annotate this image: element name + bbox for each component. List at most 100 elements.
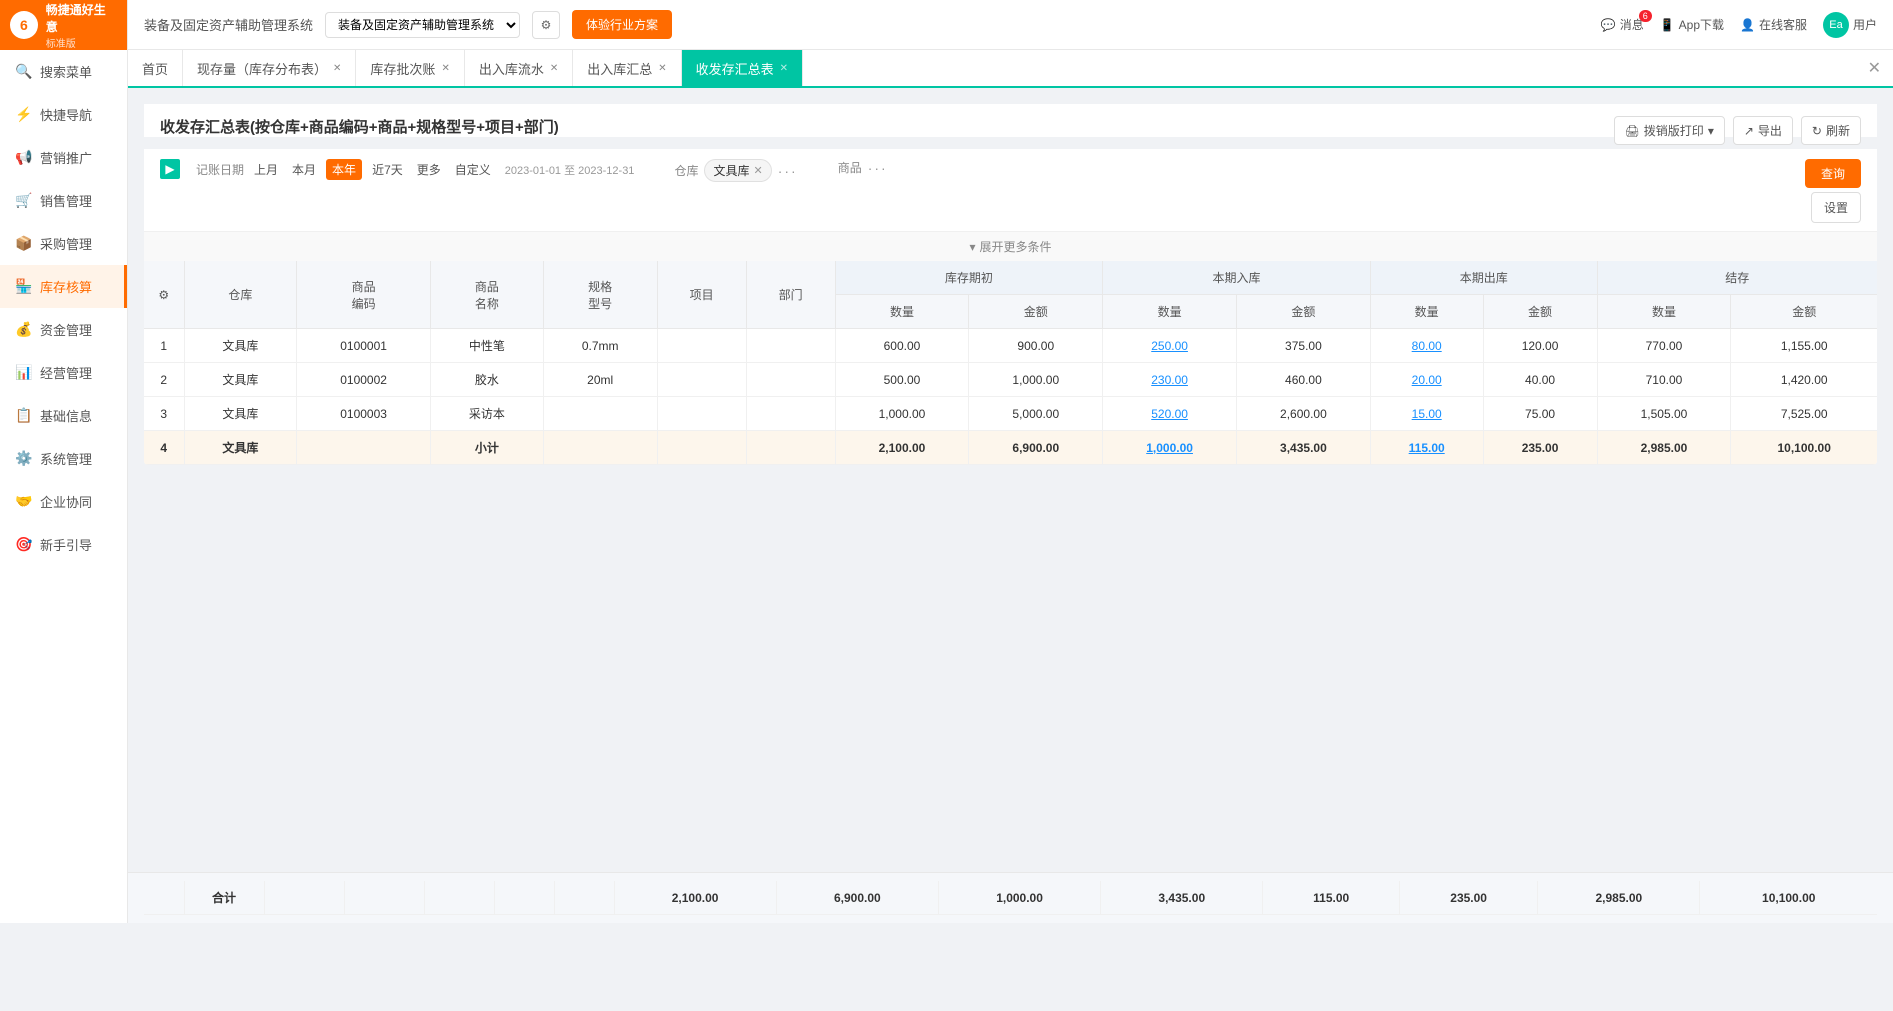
th-open-amt: 金额	[969, 295, 1103, 329]
trial-button[interactable]: 体验行业方案	[572, 10, 672, 39]
sidebar-item-basic-info[interactable]: 📋 基础信息	[0, 394, 127, 437]
cell-out-qty[interactable]: 15.00	[1370, 397, 1483, 431]
cell-open-amt: 6,900.00	[969, 431, 1103, 465]
tab-close-stock-dist[interactable]: ✕	[333, 63, 341, 74]
tab-inout-flow[interactable]: 出入库流水 ✕	[465, 50, 573, 87]
tab-home[interactable]: 首页	[128, 50, 183, 87]
topnav-left: 装备及固定资产辅助管理系统 装备及固定资产辅助管理系统 ⚙ 体验行业方案	[144, 10, 672, 39]
system-select[interactable]: 装备及固定资产辅助管理系统	[325, 12, 520, 38]
warehouse-tag[interactable]: 文具库 ✕	[704, 159, 771, 182]
tab-close-batch[interactable]: ✕	[441, 63, 449, 74]
message-item[interactable]: 💬 消息 6	[1601, 16, 1644, 33]
cell-index: 3	[144, 397, 184, 431]
in-qty-link[interactable]: 230.00	[1151, 373, 1188, 387]
warehouse-tag-close[interactable]: ✕	[753, 164, 762, 177]
th-settings[interactable]: ⚙	[144, 261, 184, 329]
cell-goods-code: 0100003	[297, 397, 431, 431]
expand-more-btn[interactable]: ▾ 展开更多条件	[144, 231, 1877, 261]
out-qty-link[interactable]: 20.00	[1412, 373, 1442, 387]
data-table-container: ⚙ 仓库 商品编码 商品名称 规格型号 项目 部门 库存期初 本期入库 本期出库…	[144, 261, 1877, 465]
total-in-qty: 1,000.00	[938, 881, 1100, 915]
date-more[interactable]: 更多	[413, 159, 445, 180]
warehouse-filter-group: 仓库 文具库 ✕ ···	[674, 159, 797, 182]
th-goods-spec: 规格型号	[543, 261, 657, 329]
tab-inout-summary[interactable]: 出入库汇总 ✕	[573, 50, 681, 87]
logo-text-block: 畅捷通好生意 标准版	[46, 1, 117, 50]
sidebar-item-sales[interactable]: 🛒 销售管理	[0, 179, 127, 222]
sidebar-item-finance[interactable]: 💰 资金管理	[0, 308, 127, 351]
tabbar-close-all[interactable]: ✕	[1856, 50, 1893, 87]
th-out: 本期出库	[1370, 261, 1597, 295]
in-qty-link[interactable]: 1,000.00	[1146, 441, 1193, 455]
app-download-item[interactable]: 📱 App下载	[1660, 16, 1724, 33]
cell-in-qty[interactable]: 230.00	[1103, 363, 1237, 397]
out-qty-link[interactable]: 15.00	[1412, 407, 1442, 421]
date-filter-group: 记账日期 上月 本月 本年 近7天 更多 自定义 2023-01-01 至 20…	[196, 159, 634, 180]
cell-in-amt: 460.00	[1237, 363, 1371, 397]
chevron-down-icon: ▾	[1708, 124, 1714, 138]
sidebar-item-guide[interactable]: 🎯 新手引导	[0, 523, 127, 566]
cell-in-qty[interactable]: 250.00	[1103, 329, 1237, 363]
in-qty-link[interactable]: 250.00	[1151, 339, 1188, 353]
tab-close-inout-summary[interactable]: ✕	[658, 63, 666, 74]
setting-button[interactable]: 设置	[1811, 192, 1861, 223]
total-close-amt: 10,100.00	[1700, 881, 1877, 915]
cell-close-amt: 1,420.00	[1731, 363, 1877, 397]
th-warehouse: 仓库	[184, 261, 297, 329]
cell-out-qty[interactable]: 20.00	[1370, 363, 1483, 397]
tab-stock-dist[interactable]: 现存量（库存分布表） ✕	[183, 50, 356, 87]
refresh-icon: ↻	[1812, 124, 1822, 138]
out-qty-link[interactable]: 115.00	[1409, 441, 1445, 455]
date-7days[interactable]: 近7天	[368, 159, 407, 180]
cell-open-qty: 2,100.00	[835, 431, 969, 465]
cell-index: 4	[144, 431, 184, 465]
date-this-year[interactable]: 本年	[326, 159, 362, 180]
cell-goods-code	[297, 431, 431, 465]
online-service-item[interactable]: 👤 在线客服	[1740, 16, 1807, 33]
gear-button[interactable]: ⚙	[532, 11, 560, 39]
cell-close-amt: 7,525.00	[1731, 397, 1877, 431]
warehouse-ellipsis[interactable]: ···	[778, 163, 798, 179]
sidebar-item-inventory[interactable]: 🏪 库存核算	[0, 265, 127, 308]
sidebar-item-system[interactable]: ⚙️ 系统管理	[0, 437, 127, 480]
goods-ellipsis[interactable]: ···	[868, 160, 888, 176]
filter-toggle[interactable]: ▶	[160, 159, 180, 179]
cell-out-qty[interactable]: 115.00	[1370, 431, 1483, 465]
print-button[interactable]: 🖨 拨销版打印 ▾	[1614, 116, 1725, 145]
cell-out-qty[interactable]: 80.00	[1370, 329, 1483, 363]
sidebar-item-operation[interactable]: 📊 经营管理	[0, 351, 127, 394]
refresh-button[interactable]: ↻ 刷新	[1801, 116, 1861, 145]
tab-receive-send[interactable]: 收发存汇总表 ✕	[682, 50, 803, 87]
cell-project	[657, 329, 746, 363]
th-department: 部门	[746, 261, 835, 329]
sidebar-logo[interactable]: 6 畅捷通好生意 标准版	[0, 0, 127, 50]
sidebar-item-quick-nav[interactable]: ⚡ 快捷导航	[0, 93, 127, 136]
in-qty-link[interactable]: 520.00	[1151, 407, 1188, 421]
sidebar-item-search[interactable]: 🔍 搜索菜单	[0, 50, 127, 93]
th-goods-code: 商品编码	[297, 261, 431, 329]
date-custom[interactable]: 自定义	[451, 159, 495, 180]
finance-icon: 💰	[16, 322, 32, 338]
cell-project	[657, 431, 746, 465]
tab-batch[interactable]: 库存批次账 ✕	[356, 50, 464, 87]
date-last-month[interactable]: 上月	[250, 159, 282, 180]
sidebar-item-purchase[interactable]: 📦 采购管理	[0, 222, 127, 265]
tab-close-receive-send[interactable]: ✕	[780, 63, 788, 74]
warehouse-label: 仓库	[674, 162, 698, 179]
cell-in-qty[interactable]: 1,000.00	[1103, 431, 1237, 465]
sidebar-item-marketing[interactable]: 📢 营销推广	[0, 136, 127, 179]
th-out-qty: 数量	[1370, 295, 1483, 329]
cell-goods-spec	[543, 397, 657, 431]
export-button[interactable]: ↗ 导出	[1733, 116, 1793, 145]
cell-warehouse: 文具库	[184, 329, 297, 363]
cell-warehouse: 文具库	[184, 431, 297, 465]
total-out-qty: 115.00	[1263, 881, 1400, 915]
out-qty-link[interactable]: 80.00	[1412, 339, 1442, 353]
query-button[interactable]: 查询	[1805, 159, 1861, 188]
tab-close-inout-flow[interactable]: ✕	[550, 63, 558, 74]
date-this-month[interactable]: 本月	[288, 159, 320, 180]
user-item[interactable]: Ea 用户	[1823, 12, 1877, 38]
sidebar-item-enterprise[interactable]: 🤝 企业协同	[0, 480, 127, 523]
cell-in-qty[interactable]: 520.00	[1103, 397, 1237, 431]
cell-department	[746, 329, 835, 363]
